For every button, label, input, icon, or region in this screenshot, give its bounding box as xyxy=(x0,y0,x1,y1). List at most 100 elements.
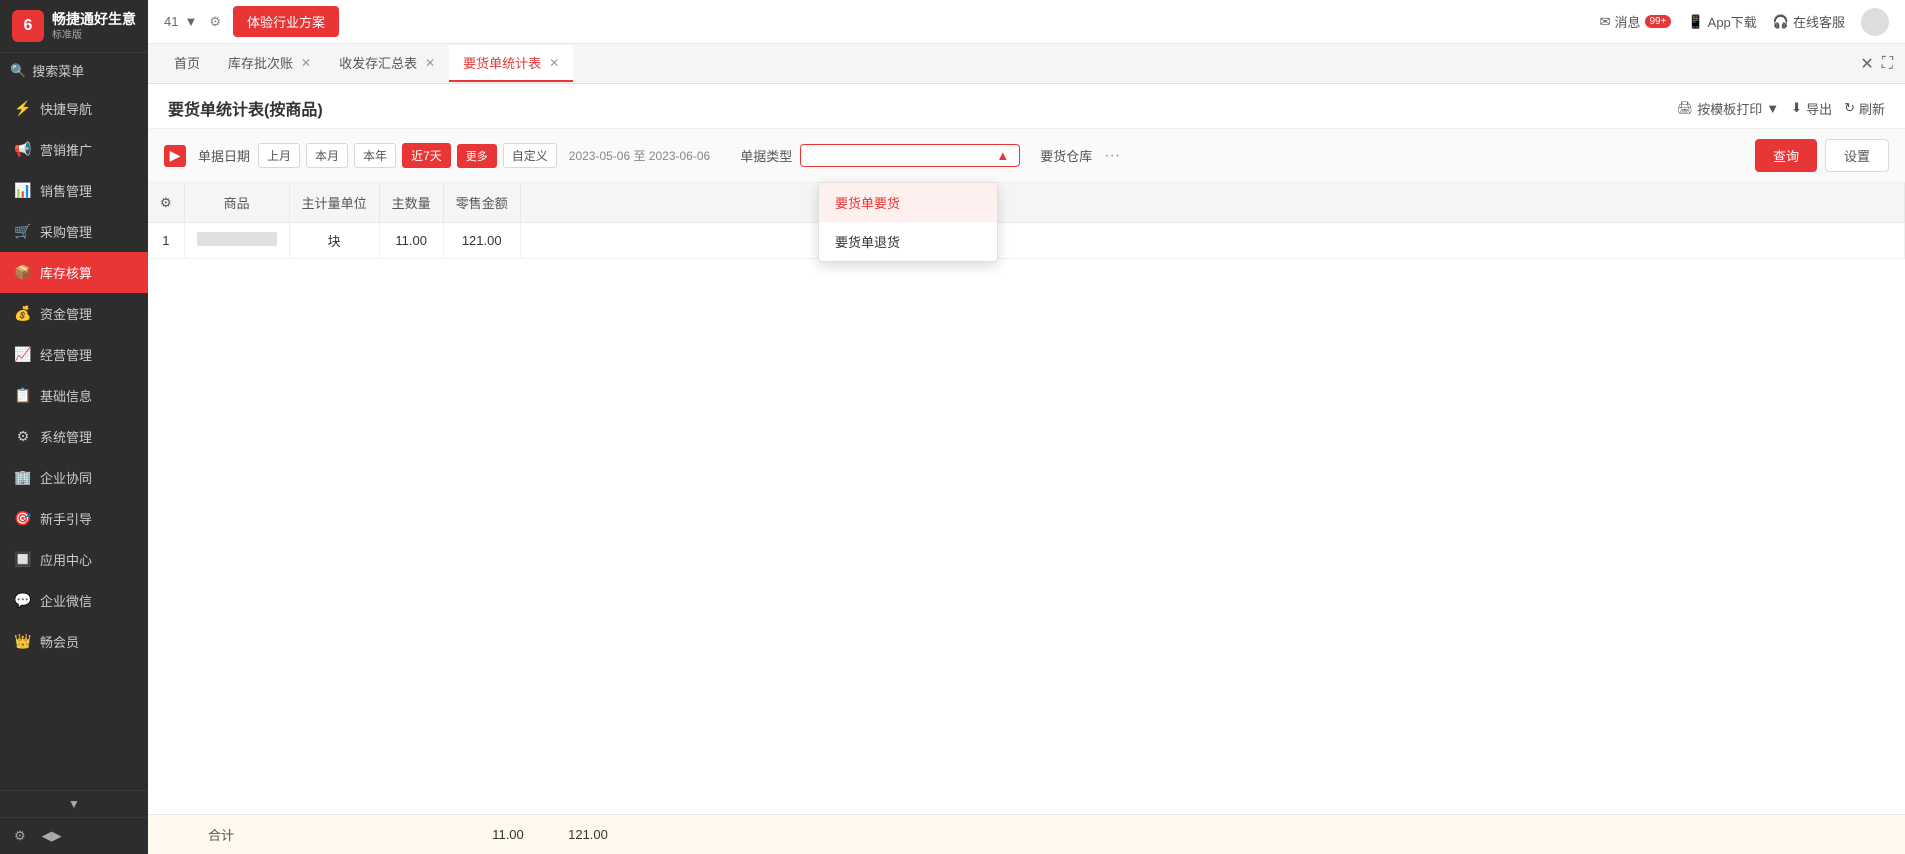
online-service-btn[interactable]: 🎧 在线客服 xyxy=(1773,12,1845,31)
sidebar-label-guide: 新手引导 xyxy=(40,509,92,528)
sidebar-item-quick-nav[interactable]: ⚡ 快捷导航 xyxy=(0,88,148,129)
tab-bar: 首页 库存批次账 ✕ 收发存汇总表 ✕ 要货单统计表 ✕ ✕ ⛶ xyxy=(148,44,1905,84)
dropdown-item-yaohuo[interactable]: 要货单要货 xyxy=(819,183,997,222)
messages-btn[interactable]: ✉ 消息 99+ xyxy=(1600,12,1672,31)
tab-order-stats-label: 要货单统计表 xyxy=(463,53,541,72)
store-selector[interactable]: 41 ▼ xyxy=(164,14,197,29)
sidebar-item-guide[interactable]: 🎯 新手引导 xyxy=(0,498,148,539)
sidebar-item-inventory[interactable]: 📦 库存核算 xyxy=(0,252,148,293)
app-download-label: App下载 xyxy=(1708,12,1757,31)
sidebar-item-purchase[interactable]: 🛒 采购管理 xyxy=(0,211,148,252)
wechat-icon: 💬 xyxy=(14,592,32,610)
tab-home-label: 首页 xyxy=(174,53,200,72)
date-btn-more[interactable]: 更多 xyxy=(457,144,497,168)
collapse-icon[interactable]: ◀▶ xyxy=(42,828,62,844)
dropdown-item-tuihuo[interactable]: 要货单退货 xyxy=(819,222,997,261)
guide-icon: 🎯 xyxy=(14,510,32,528)
store-number: 41 xyxy=(164,14,178,29)
col-settings[interactable]: ⚙ xyxy=(148,183,184,223)
tab-home[interactable]: 首页 xyxy=(160,45,214,82)
brand-name: 畅捷通好生意 xyxy=(52,10,136,28)
sidebar-search[interactable]: 🔍 搜索菜单 xyxy=(0,53,148,88)
print-btn[interactable]: 🖨 按模板打印 ▼ xyxy=(1677,99,1779,118)
data-table: ⚙ 商品 主计量单位 主数量 零售金额 xyxy=(148,183,1905,259)
row-extra xyxy=(520,223,1904,259)
user-avatar[interactable] xyxy=(1861,8,1889,36)
sidebar-item-basic[interactable]: 📋 基础信息 xyxy=(0,375,148,416)
sidebar: 6 畅捷通好生意 标准版 🔍 搜索菜单 ⚡ 快捷导航 📢 营销推广 📊 销售管理… xyxy=(0,0,148,854)
phone-icon: 📱 xyxy=(1687,14,1703,30)
sidebar-label-system: 系统管理 xyxy=(40,427,92,446)
type-filter-select[interactable]: ▲ xyxy=(800,144,1020,167)
basic-icon: 📋 xyxy=(14,387,32,405)
dropdown-item-tuihuo-label: 要货单退货 xyxy=(835,235,900,250)
sidebar-item-sales[interactable]: 📊 销售管理 xyxy=(0,170,148,211)
tab-receivable[interactable]: 收发存汇总表 ✕ xyxy=(325,45,449,82)
expand-tab-btn[interactable]: ⛶ xyxy=(1882,54,1893,74)
trial-button[interactable]: 体验行业方案 xyxy=(233,6,339,37)
tab-receivable-close[interactable]: ✕ xyxy=(425,56,435,70)
date-filter-buttons: 上月 本月 本年 近7天 更多 自定义 2023-05-06 至 2023-06… xyxy=(258,143,710,168)
sidebar-item-system[interactable]: ⚙ 系统管理 xyxy=(0,416,148,457)
date-btn-this-year[interactable]: 本年 xyxy=(354,143,396,168)
messages-badge: 99+ xyxy=(1645,15,1672,28)
tab-inventory-batch[interactable]: 库存批次账 ✕ xyxy=(214,45,325,82)
sidebar-item-operation[interactable]: 📈 经营管理 xyxy=(0,334,148,375)
date-btn-this-month[interactable]: 本月 xyxy=(306,143,348,168)
date-btn-7days[interactable]: 近7天 xyxy=(402,143,451,168)
settings-bottom-icon[interactable]: ⚙ xyxy=(14,828,26,844)
headset-icon: 🎧 xyxy=(1773,14,1789,30)
sidebar-item-finance[interactable]: 💰 资金管理 xyxy=(0,293,148,334)
app-download-btn[interactable]: 📱 App下载 xyxy=(1687,12,1756,31)
finance-icon: 💰 xyxy=(14,305,32,323)
sidebar-bottom: ⚙ ◀▶ xyxy=(0,817,148,854)
tab-order-stats[interactable]: 要货单统计表 ✕ xyxy=(449,45,573,82)
refresh-btn[interactable]: ↻ 刷新 xyxy=(1844,99,1885,118)
warehouse-more-icon[interactable]: ··· xyxy=(1104,147,1120,165)
sidebar-nav: ⚡ 快捷导航 📢 营销推广 📊 销售管理 🛒 采购管理 📦 库存核算 💰 资金管… xyxy=(0,88,148,790)
sidebar-item-member[interactable]: 👑 畅会员 xyxy=(0,621,148,662)
query-button[interactable]: 查询 xyxy=(1755,139,1817,172)
col-extra xyxy=(520,183,1904,223)
sidebar-item-wechat[interactable]: 💬 企业微信 xyxy=(0,580,148,621)
row-product xyxy=(184,223,289,259)
date-btn-last-month[interactable]: 上月 xyxy=(258,143,300,168)
col-quantity: 主数量 xyxy=(379,183,443,223)
refresh-icon: ↻ xyxy=(1844,100,1855,116)
app-logo-icon: 6 xyxy=(12,10,44,42)
date-btn-custom[interactable]: 自定义 xyxy=(503,143,557,168)
table-header-row: ⚙ 商品 主计量单位 主数量 零售金额 xyxy=(148,183,1905,223)
tab-inventory-batch-close[interactable]: ✕ xyxy=(301,56,311,70)
sidebar-logo: 6 畅捷通好生意 标准版 xyxy=(0,0,148,53)
top-header: 41 ▼ ⚙ 体验行业方案 ✉ 消息 99+ 📱 App下载 🎧 在线客服 xyxy=(148,0,1905,44)
product-blurred xyxy=(197,232,277,246)
tab-order-stats-close[interactable]: ✕ xyxy=(549,56,559,70)
sidebar-scroll-indicator: ▼ xyxy=(0,790,148,817)
sidebar-item-marketing[interactable]: 📢 营销推广 xyxy=(0,129,148,170)
member-icon: 👑 xyxy=(14,633,32,651)
settings-button[interactable]: 设置 xyxy=(1825,139,1889,172)
purchase-icon: 🛒 xyxy=(14,223,32,241)
filter-toggle-btn[interactable]: ▶ xyxy=(164,145,186,167)
table-row: 1 块 11.00 121.00 xyxy=(148,223,1905,259)
sidebar-item-app-center[interactable]: 🔲 应用中心 xyxy=(0,539,148,580)
sidebar-label-member: 畅会员 xyxy=(40,632,79,651)
warehouse-filter-label: 要货仓库 xyxy=(1040,146,1092,165)
export-btn[interactable]: ⬇ 导出 xyxy=(1791,99,1832,118)
print-label: 按模板打印 xyxy=(1697,99,1762,118)
col-unit: 主计量单位 xyxy=(289,183,379,223)
sidebar-item-enterprise[interactable]: 🏢 企业协同 xyxy=(0,457,148,498)
tab-inventory-batch-label: 库存批次账 xyxy=(228,53,293,72)
row-quantity: 11.00 xyxy=(379,223,443,259)
close-all-tabs-btn[interactable]: ✕ xyxy=(1860,54,1873,74)
type-select-arrow-icon: ▲ xyxy=(996,148,1009,163)
footer-total-label: 合计 xyxy=(208,828,234,843)
store-dropdown-icon: ▼ xyxy=(184,14,197,29)
row-amount: 121.00 xyxy=(443,223,520,259)
col-product: 商品 xyxy=(184,183,289,223)
sidebar-label-inventory: 库存核算 xyxy=(40,263,92,282)
sidebar-label-app-center: 应用中心 xyxy=(40,550,92,569)
settings-icon[interactable]: ⚙ xyxy=(209,14,221,30)
enterprise-icon: 🏢 xyxy=(14,469,32,487)
page-title: 要货单统计表(按商品) xyxy=(168,96,323,120)
